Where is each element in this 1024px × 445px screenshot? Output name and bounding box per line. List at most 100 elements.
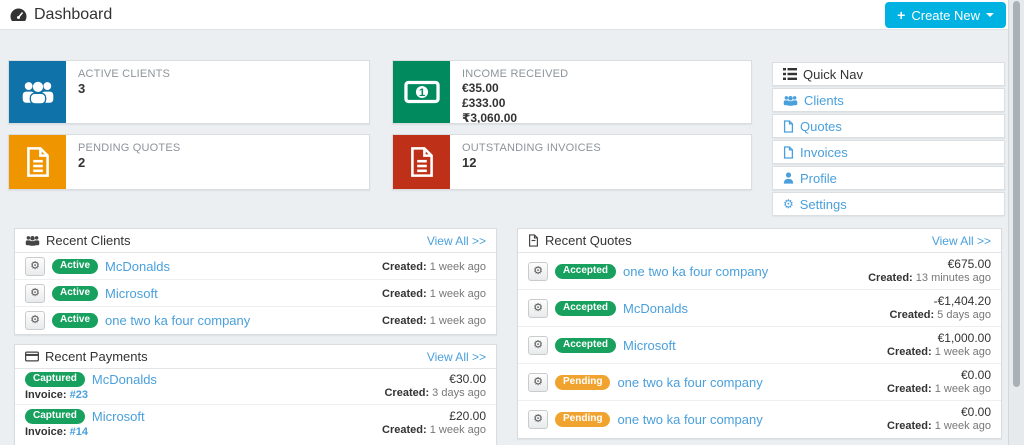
gear-icon: ⚙ [533,264,543,277]
status-badge: Captured [25,408,85,424]
payment-client-link[interactable]: McDonalds [92,372,157,387]
file-icon [529,234,538,247]
page-scrollbar[interactable] [1008,0,1024,445]
panel-header: Recent Clients View All >> [15,229,496,253]
quick-nav-header: Quick Nav [772,62,1005,86]
quote-amount: €0.00 [960,367,991,382]
nav-label: Profile [800,170,837,186]
quote-amount: -€1,404.20 [933,293,991,308]
gear-icon: ⚙ [30,286,40,299]
users-icon [9,61,66,123]
quote-row: ⚙ Pending one two ka four company €0.00 … [518,364,1001,401]
quote-row: ⚙ Accepted McDonalds -€1,404.20 Created:… [518,290,1001,327]
gear-icon: ⚙ [533,413,543,425]
users-icon [783,95,798,106]
sidebar-item-clients[interactable]: Clients [772,88,1005,112]
chevron-down-icon [986,13,994,17]
stat-label: ACTIVE CLIENTS [78,68,171,80]
created-text: Created: 1 week ago [887,345,991,358]
panel-header: Recent Payments View All >> [15,345,496,369]
gear-icon: ⚙ [533,338,543,351]
invoice-number-link[interactable]: #23 [70,389,88,401]
panel-title: Recent Payments [25,349,148,364]
view-all-clients-link[interactable]: View All >> [427,234,486,248]
stat-value: 12 [462,155,477,170]
created-text: Created: 1 week ago [887,420,991,432]
stat-value: 2 [78,155,86,170]
quote-settings-button[interactable]: ⚙ [528,372,548,392]
page-title-text: Dashboard [34,6,113,23]
income-eur: €35.00 [462,81,499,95]
quote-client-link[interactable]: McDonalds [623,301,688,316]
invoice-number-link[interactable]: #14 [70,426,88,438]
stat-card-pending-quotes: PENDING QUOTES 2 [8,134,370,190]
stat-value: 3 [78,81,86,96]
page-title: Dashboard [10,0,112,30]
created-text: Created: 1 week ago [382,315,486,327]
plus-icon: + [897,7,906,23]
create-new-button[interactable]: + Create New [885,2,1006,28]
file-icon [783,145,794,159]
gear-icon: ⚙ [533,375,543,388]
file-text-icon [393,135,450,189]
top-bar: Dashboard + Create New [0,0,1024,30]
sidebar-item-quotes[interactable]: Quotes [772,114,1005,138]
quote-row: ⚙ Accepted one two ka four company €675.… [518,253,1001,290]
nav-label: Settings [799,196,847,212]
view-all-quotes-link[interactable]: View All >> [932,234,991,248]
recent-payments-panel: Recent Payments View All >> Captured McD… [14,344,497,445]
quote-client-link[interactable]: one two ka four company [623,264,768,279]
created-text: Created: 5 days ago [889,308,991,321]
list-icon [783,68,797,80]
status-badge: Active [52,285,99,301]
panel-title-text: Recent Payments [45,349,148,364]
file-icon [783,119,794,133]
client-link[interactable]: McDonalds [105,259,170,274]
stat-card-outstanding-invoices: OUTSTANDING INVOICES 12 [392,134,752,190]
nav-label: Quotes [800,118,842,134]
nav-label: Clients [804,92,844,108]
quote-settings-button[interactable]: ⚙ [528,335,548,355]
client-link[interactable]: Microsoft [105,286,158,301]
status-badge: Active [52,258,99,274]
client-settings-button[interactable]: ⚙ [25,256,45,276]
quote-amount: €675.00 [947,256,991,271]
income-gbp: £333.00 [462,96,506,110]
panel-title-text: Recent Clients [46,233,131,248]
dashboard-page: Dashboard + Create New ACTIVE CLIENTS 3 [0,0,1024,445]
sidebar-item-profile[interactable]: Profile [772,166,1005,190]
sidebar-item-settings[interactable]: ⚙ Settings [772,192,1005,216]
stat-card-income-received: 1 INCOME RECEIVED €35.00 £333.00 ₹3,060.… [392,60,752,124]
money-icon: 1 [393,61,450,123]
client-link[interactable]: one two ka four company [105,313,250,328]
stat-label: INCOME RECEIVED [462,68,569,80]
client-settings-button[interactable]: ⚙ [25,311,45,330]
quote-client-link[interactable]: Microsoft [623,338,676,353]
quote-settings-button[interactable]: ⚙ [528,261,548,281]
client-row: ⚙ Active Microsoft Created: 1 week ago [15,280,496,307]
invoice-ref: Invoice: #23 [25,389,88,401]
quote-client-link[interactable]: one two ka four company [617,375,762,390]
quote-settings-button[interactable]: ⚙ [528,410,548,429]
nav-label: Invoices [800,144,848,160]
payment-amount: €30.00 [449,372,486,386]
svg-text:1: 1 [418,87,425,99]
view-all-payments-link[interactable]: View All >> [427,350,486,364]
quote-client-link[interactable]: one two ka four company [617,412,762,427]
status-badge: Active [52,313,99,328]
quick-nav-title: Quick Nav [803,66,863,82]
quote-settings-button[interactable]: ⚙ [528,298,548,318]
status-badge: Pending [555,412,611,427]
created-text: Created: 1 week ago [382,423,486,436]
payment-client-link[interactable]: Microsoft [92,409,145,424]
sidebar-item-invoices[interactable]: Invoices [772,140,1005,164]
user-icon [783,172,794,184]
panel-title: Recent Clients [25,233,131,248]
gear-icon: ⚙ [533,301,543,314]
scrollbar-thumb[interactable] [1013,1,1020,387]
status-badge: Captured [25,372,85,387]
stat-card-active-clients: ACTIVE CLIENTS 3 [8,60,370,124]
panel-title-text: Recent Quotes [545,233,632,248]
created-text: Created: 1 week ago [382,260,486,273]
client-settings-button[interactable]: ⚙ [25,283,45,303]
